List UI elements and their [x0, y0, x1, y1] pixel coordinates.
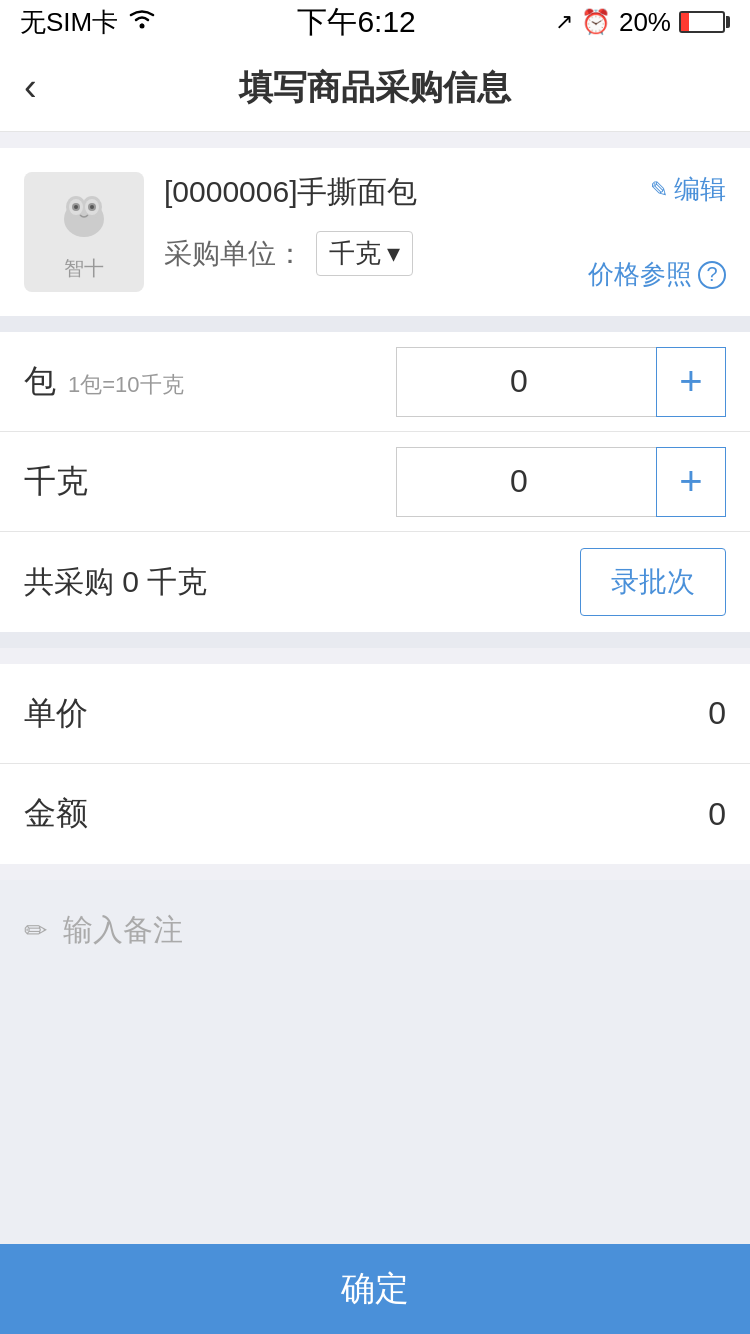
kg-number-input[interactable] — [396, 447, 656, 517]
status-time: 下午6:12 — [297, 2, 415, 43]
total-label: 共采购 0 千克 — [24, 562, 207, 603]
svg-point-0 — [140, 23, 145, 28]
status-left: 无SIM卡 — [20, 5, 158, 40]
remark-section[interactable]: ✏ 输入备注 — [0, 880, 750, 980]
input-section: 包 1包=10千克 + 千克 + — [0, 332, 750, 532]
svg-point-9 — [90, 205, 94, 209]
amount-label: 金额 — [24, 792, 88, 836]
svg-point-8 — [74, 205, 78, 209]
nav-bar: ‹ 填写商品采购信息 — [0, 44, 750, 132]
remark-placeholder: 输入备注 — [63, 910, 183, 951]
status-right: ↗ ⏰ 20% — [555, 7, 730, 38]
unit-price-label: 单价 — [24, 692, 88, 736]
kg-label: 千克 — [24, 460, 88, 504]
amount-row: 金额 0 — [0, 764, 750, 864]
product-owl-icon — [54, 183, 114, 253]
unit-price-value: 0 — [708, 695, 726, 732]
bao-input-right: + — [396, 347, 726, 417]
location-icon: ↗ — [555, 9, 573, 35]
carrier-label: 无SIM卡 — [20, 5, 118, 40]
product-image-subtext: 智十 — [64, 255, 104, 282]
bao-plus-button[interactable]: + — [656, 347, 726, 417]
section-divider-1 — [0, 316, 750, 332]
kg-label-text: 千克 — [24, 460, 88, 504]
unit-value: 千克 — [329, 236, 381, 271]
product-name: [0000006]手撕面包 — [164, 172, 726, 213]
confirm-button-label: 确定 — [341, 1266, 409, 1312]
bao-input-row: 包 1包=10千克 + — [0, 332, 750, 432]
unit-select[interactable]: 千克 ▾ — [316, 231, 413, 276]
pencil-icon: ✏ — [24, 914, 47, 947]
total-row: 共采购 0 千克 录批次 — [0, 532, 750, 632]
bao-label-text: 包 — [24, 360, 56, 404]
price-section: 单价 0 金额 0 — [0, 664, 750, 864]
product-image: 智十 — [24, 172, 144, 292]
battery-percent: 20% — [619, 7, 671, 38]
kg-plus-button[interactable]: + — [656, 447, 726, 517]
price-ref-label: 价格参照 — [588, 257, 692, 292]
edit-button[interactable]: ✎ 编辑 — [650, 172, 726, 207]
kg-input-right: + — [396, 447, 726, 517]
wifi-icon — [126, 7, 158, 38]
bao-number-input[interactable] — [396, 347, 656, 417]
amount-value: 0 — [708, 796, 726, 833]
page-title: 填写商品采购信息 — [239, 65, 511, 111]
alarm-icon: ⏰ — [581, 8, 611, 36]
section-divider-2 — [0, 632, 750, 648]
status-bar: 无SIM卡 下午6:12 ↗ ⏰ 20% — [0, 0, 750, 44]
unit-price-row: 单价 0 — [0, 664, 750, 764]
bao-label-sub: 1包=10千克 — [68, 370, 184, 400]
unit-arrow-icon: ▾ — [387, 238, 400, 269]
edit-icon: ✎ — [650, 177, 668, 203]
record-batch-button[interactable]: 录批次 — [580, 548, 726, 616]
kg-input-row: 千克 + — [0, 432, 750, 532]
back-button[interactable]: ‹ — [24, 66, 37, 109]
bao-label: 包 1包=10千克 — [24, 360, 184, 404]
edit-label: 编辑 — [674, 172, 726, 207]
product-card: 智十 [0000006]手撕面包 采购单位： 千克 ▾ ✎ 编辑 价格参照 ? — [0, 148, 750, 316]
confirm-bar[interactable]: 确定 — [0, 1244, 750, 1334]
price-ref-icon: ? — [698, 261, 726, 289]
unit-label: 采购单位： — [164, 235, 304, 273]
battery-icon — [679, 11, 730, 33]
price-ref-button[interactable]: 价格参照 ? — [588, 257, 726, 292]
